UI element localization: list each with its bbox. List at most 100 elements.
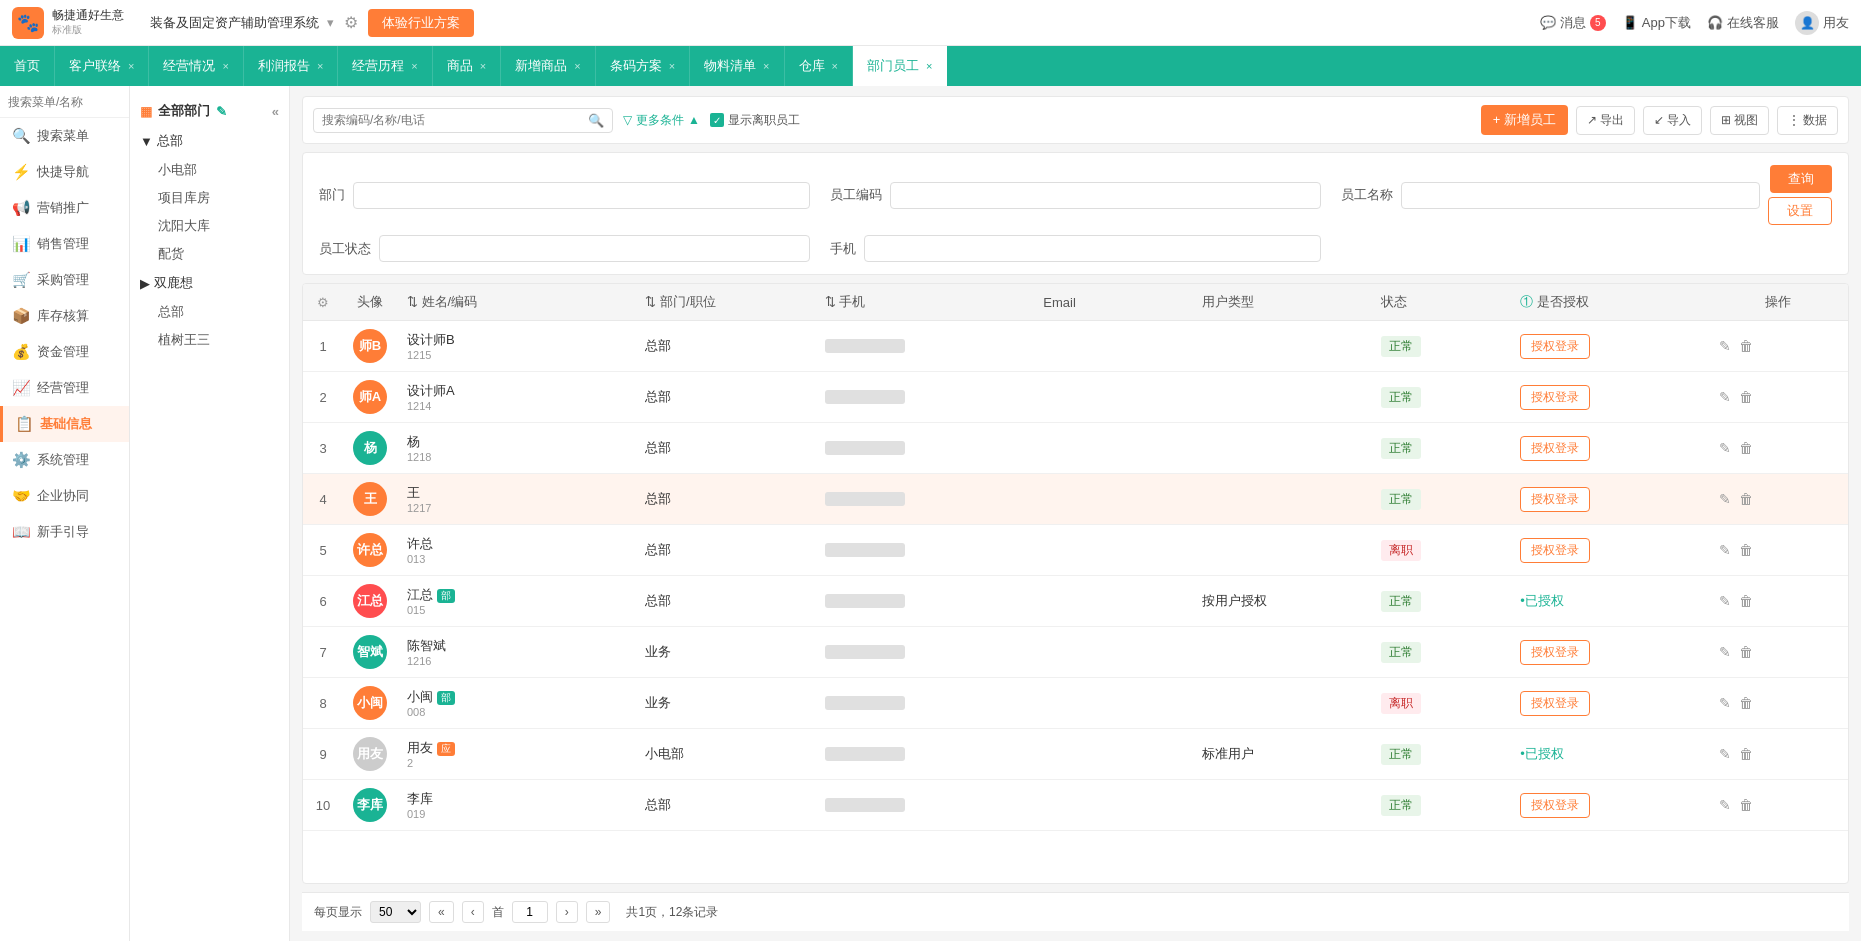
- authorize-button[interactable]: 授权登录: [1520, 793, 1590, 818]
- th-dept[interactable]: ⇅ 部门/职位: [635, 284, 814, 321]
- dept-item-zhishu[interactable]: 植树王三: [130, 326, 289, 354]
- dept-item-shenyang[interactable]: 沈阳大库: [130, 212, 289, 240]
- delete-icon[interactable]: 🗑: [1739, 338, 1753, 354]
- nav-tab-经营情况[interactable]: 经营情况×: [149, 46, 243, 86]
- nav-tab-部门员工[interactable]: 部门员工×: [853, 46, 947, 86]
- dropdown-arrow-icon[interactable]: ▾: [327, 15, 334, 30]
- user-btn[interactable]: 👤 用友: [1795, 11, 1849, 35]
- dept-group-general[interactable]: ▼ 总部: [130, 126, 289, 156]
- sidebar-item-搜索菜单[interactable]: 🔍 搜索菜单: [0, 118, 129, 154]
- dept-tree-edit-icon[interactable]: ✎: [216, 104, 227, 119]
- per-page-select[interactable]: 50 20 100: [370, 901, 421, 923]
- tab-close-icon[interactable]: ×: [128, 60, 134, 72]
- sidebar-item-系统管理[interactable]: ⚙️ 系统管理: [0, 442, 129, 478]
- dept-select[interactable]: [353, 182, 810, 209]
- nav-tab-利润报告[interactable]: 利润报告×: [244, 46, 338, 86]
- empcode-input[interactable]: [890, 182, 1321, 209]
- edit-icon[interactable]: ✎: [1719, 542, 1731, 558]
- delete-icon[interactable]: 🗑: [1739, 440, 1753, 456]
- sidebar-item-基础信息[interactable]: 📋 基础信息: [0, 406, 129, 442]
- trial-button[interactable]: 体验行业方案: [368, 9, 474, 37]
- nav-tab-仓库[interactable]: 仓库×: [785, 46, 853, 86]
- dept-tree-collapse-icon[interactable]: «: [272, 104, 279, 119]
- sidebar-item-销售管理[interactable]: 📊 销售管理: [0, 226, 129, 262]
- edit-icon[interactable]: ✎: [1719, 797, 1731, 813]
- nav-tab-客户联络[interactable]: 客户联络×: [55, 46, 149, 86]
- tab-close-icon[interactable]: ×: [222, 60, 228, 72]
- nav-tab-经营历程[interactable]: 经营历程×: [338, 46, 432, 86]
- query-button[interactable]: 查询: [1770, 165, 1832, 193]
- edit-icon[interactable]: ✎: [1719, 440, 1731, 456]
- authorize-button[interactable]: 授权登录: [1520, 334, 1590, 359]
- show-resigned-checkbox[interactable]: ✓: [710, 113, 724, 127]
- delete-icon[interactable]: 🗑: [1739, 746, 1753, 762]
- last-page-btn[interactable]: »: [586, 901, 611, 923]
- dept-item-peihuo[interactable]: 配货: [130, 240, 289, 268]
- set-button[interactable]: 设置: [1768, 197, 1832, 225]
- tab-close-icon[interactable]: ×: [317, 60, 323, 72]
- tab-close-icon[interactable]: ×: [574, 60, 580, 72]
- delete-icon[interactable]: 🗑: [1739, 644, 1753, 660]
- edit-icon[interactable]: ✎: [1719, 695, 1731, 711]
- sidebar-search-input[interactable]: [8, 95, 130, 109]
- delete-icon[interactable]: 🗑: [1739, 797, 1753, 813]
- th-settings[interactable]: ⚙: [303, 284, 343, 321]
- dept-item-xiangmu[interactable]: 项目库房: [130, 184, 289, 212]
- nav-tab-物料清单[interactable]: 物料清单×: [690, 46, 784, 86]
- prev-page-btn[interactable]: ‹: [462, 901, 484, 923]
- authorize-button[interactable]: 授权登录: [1520, 487, 1590, 512]
- more-data-button[interactable]: ⋮ 数据: [1777, 106, 1838, 135]
- nav-tab-条码方案[interactable]: 条码方案×: [596, 46, 690, 86]
- sidebar-item-资金管理[interactable]: 💰 资金管理: [0, 334, 129, 370]
- sidebar-item-企业协同[interactable]: 🤝 企业协同: [0, 478, 129, 514]
- phone-input[interactable]: [864, 235, 1321, 262]
- sidebar-item-快捷导航[interactable]: ⚡ 快捷导航: [0, 154, 129, 190]
- page-number-input[interactable]: [512, 901, 548, 923]
- edit-icon[interactable]: ✎: [1719, 644, 1731, 660]
- sidebar-item-库存核算[interactable]: 📦 库存核算: [0, 298, 129, 334]
- dept-group-shuanglu[interactable]: ▶ 双鹿想: [130, 268, 289, 298]
- tab-close-icon[interactable]: ×: [832, 60, 838, 72]
- delete-icon[interactable]: 🗑: [1739, 593, 1753, 609]
- authorize-button[interactable]: 授权登录: [1520, 691, 1590, 716]
- sidebar-item-新手引导[interactable]: 📖 新手引导: [0, 514, 129, 550]
- sidebar-item-采购管理[interactable]: 🛒 采购管理: [0, 262, 129, 298]
- authorize-button[interactable]: 授权登录: [1520, 538, 1590, 563]
- first-page-btn[interactable]: «: [429, 901, 454, 923]
- delete-icon[interactable]: 🗑: [1739, 542, 1753, 558]
- edit-icon[interactable]: ✎: [1719, 338, 1731, 354]
- tab-close-icon[interactable]: ×: [480, 60, 486, 72]
- import-button[interactable]: ↙ 导入: [1643, 106, 1702, 135]
- export-button[interactable]: ↗ 导出: [1576, 106, 1635, 135]
- online-service-btn[interactable]: 🎧 在线客服: [1707, 14, 1779, 32]
- empname-input[interactable]: [1401, 182, 1760, 209]
- tab-close-icon[interactable]: ×: [411, 60, 417, 72]
- nav-tab-新增商品[interactable]: 新增商品×: [501, 46, 595, 86]
- message-btn[interactable]: 💬 消息 5: [1540, 14, 1606, 32]
- tab-close-icon[interactable]: ×: [926, 60, 932, 72]
- delete-icon[interactable]: 🗑: [1739, 491, 1753, 507]
- authorize-button[interactable]: 授权登录: [1520, 385, 1590, 410]
- add-employee-button[interactable]: + 新增员工: [1481, 105, 1568, 135]
- edit-icon[interactable]: ✎: [1719, 389, 1731, 405]
- more-filter-btn[interactable]: ▽ 更多条件 ▲: [623, 112, 700, 129]
- delete-icon[interactable]: 🗑: [1739, 695, 1753, 711]
- view-button[interactable]: ⊞ 视图: [1710, 106, 1769, 135]
- dept-item-zongbu[interactable]: 总部: [130, 298, 289, 326]
- delete-icon[interactable]: 🗑: [1739, 389, 1753, 405]
- tab-close-icon[interactable]: ×: [669, 60, 675, 72]
- authorize-button[interactable]: 授权登录: [1520, 436, 1590, 461]
- gear-btn[interactable]: ⚙: [344, 13, 358, 32]
- th-phone[interactable]: ⇅ 手机: [815, 284, 1034, 321]
- nav-tab-首页[interactable]: 首页: [0, 46, 55, 86]
- nav-tab-商品[interactable]: 商品×: [433, 46, 501, 86]
- tab-close-icon[interactable]: ×: [763, 60, 769, 72]
- sidebar-item-经营管理[interactable]: 📈 经营管理: [0, 370, 129, 406]
- next-page-btn[interactable]: ›: [556, 901, 578, 923]
- authorize-button[interactable]: 授权登录: [1520, 640, 1590, 665]
- edit-icon[interactable]: ✎: [1719, 491, 1731, 507]
- edit-icon[interactable]: ✎: [1719, 746, 1731, 762]
- dept-item-xiaodian[interactable]: 小电部: [130, 156, 289, 184]
- sidebar-item-营销推广[interactable]: 📢 营销推广: [0, 190, 129, 226]
- th-name[interactable]: ⇅ 姓名/编码: [397, 284, 635, 321]
